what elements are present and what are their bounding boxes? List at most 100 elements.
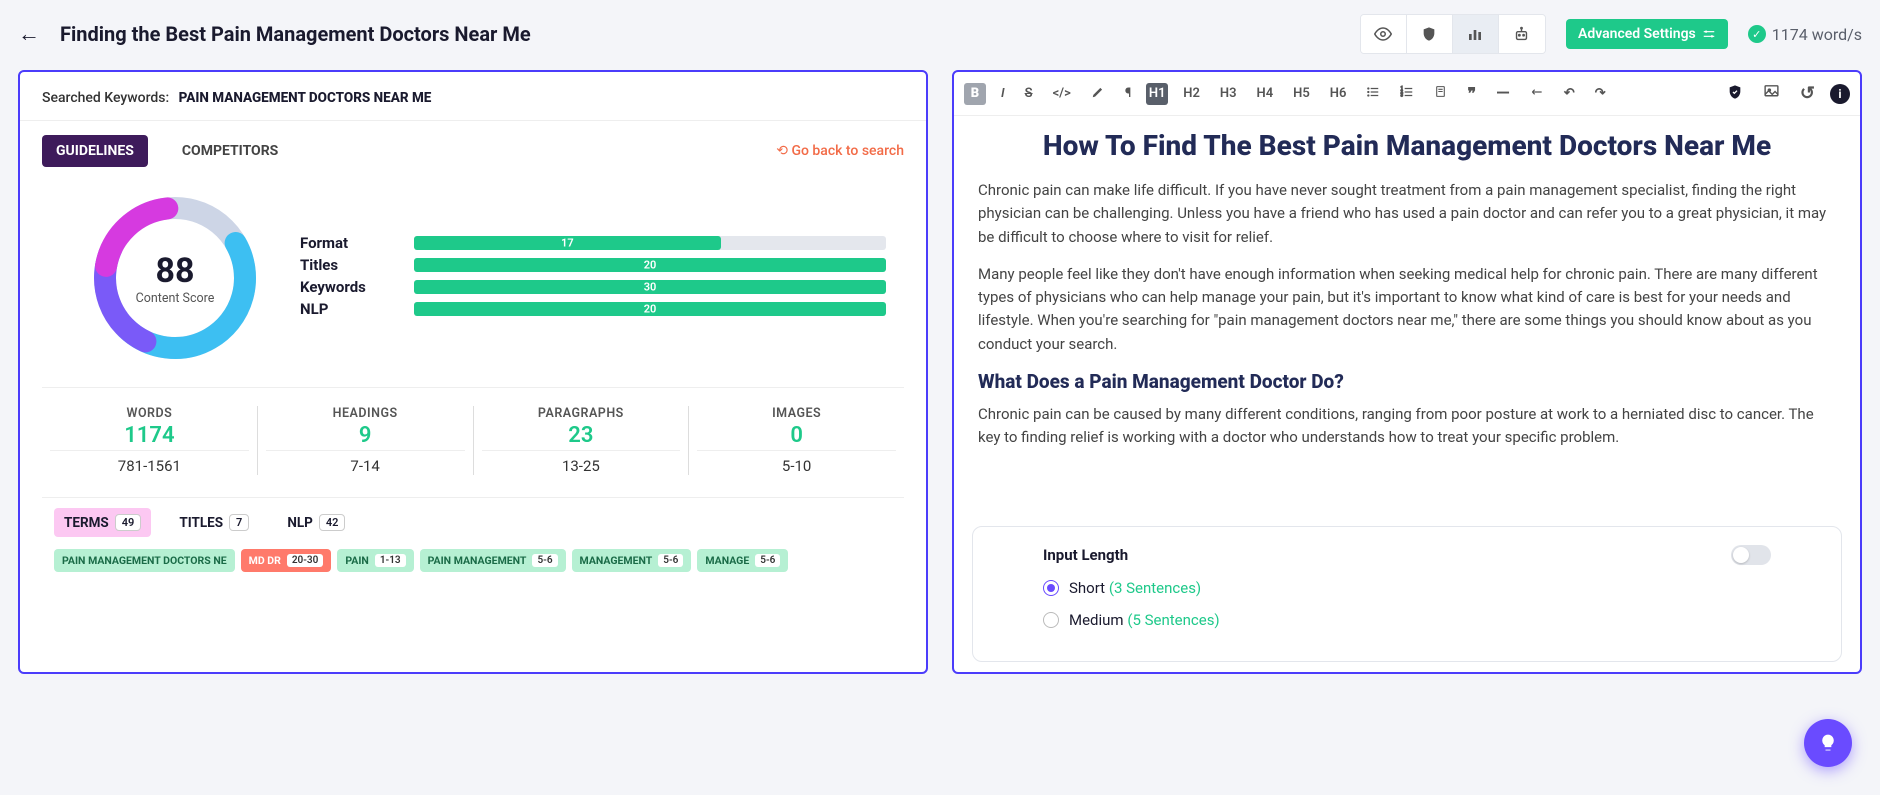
- ul-button[interactable]: [1361, 82, 1385, 106]
- back-icon[interactable]: ←: [18, 21, 40, 47]
- info-icon[interactable]: i: [1830, 84, 1850, 104]
- score-value: 88: [155, 251, 194, 291]
- page-title: Finding the Best Pain Management Doctors…: [60, 22, 531, 46]
- stat-main: 1174: [50, 421, 249, 450]
- chip-count: 5-6: [532, 554, 557, 567]
- robot-icon[interactable]: [1499, 15, 1545, 53]
- stat-cell: PARAGRAPHS 23 13-25: [474, 406, 690, 475]
- chip-count: 5-6: [755, 554, 780, 567]
- term-chip[interactable]: MANAGE 5-6: [697, 549, 788, 572]
- doc-p3: Chronic pain can be caused by many diffe…: [978, 403, 1836, 450]
- bar-track: 17: [414, 236, 886, 250]
- h2-button[interactable]: H2: [1178, 83, 1205, 104]
- h6-button[interactable]: H6: [1325, 83, 1352, 104]
- editor-body[interactable]: How To Find The Best Pain Management Doc…: [954, 116, 1860, 516]
- term-chip[interactable]: PAIN MANAGEMENT 5-6: [420, 549, 566, 572]
- term-chip[interactable]: MANAGEMENT 5-6: [572, 549, 692, 572]
- stat-main: 0: [697, 421, 896, 450]
- term-chip[interactable]: PAIN MANAGEMENT DOCTORS NE: [54, 549, 235, 572]
- paragraph-button[interactable]: ¶: [1120, 83, 1136, 104]
- term-chip[interactable]: PAIN 1-13: [337, 549, 413, 572]
- h3-button[interactable]: H3: [1215, 83, 1242, 104]
- eye-icon[interactable]: [1361, 15, 1407, 53]
- ol-button[interactable]: 123: [1395, 82, 1419, 106]
- editor-toolbar: B I S </> ¶ H1 H2 H3 H4 H5 H6 123: [954, 72, 1860, 116]
- doc-h2: What Does a Pain Management Doctor Do?: [978, 370, 1836, 393]
- term-chip[interactable]: MD DR 20-30: [241, 549, 332, 572]
- tab-guidelines[interactable]: GUIDELINES: [42, 135, 148, 167]
- stat-sub: 781-1561: [50, 450, 249, 475]
- doc-button[interactable]: [1429, 82, 1452, 105]
- bar-fill: 20: [414, 302, 886, 316]
- shield-check-icon[interactable]: [1722, 81, 1748, 107]
- radio-short[interactable]: Short (3 Sentences): [1043, 579, 1771, 597]
- bar-track: 20: [414, 258, 886, 272]
- kw-value: PAIN MANAGEMENT DOCTORS NEAR ME: [179, 90, 432, 106]
- bar-track: 20: [414, 302, 886, 316]
- highlight-button[interactable]: [1086, 82, 1110, 106]
- h4-button[interactable]: H4: [1252, 83, 1279, 104]
- svg-text:3: 3: [1401, 92, 1404, 97]
- hr-button[interactable]: —: [1491, 80, 1515, 107]
- stat-sub: 13-25: [482, 450, 681, 475]
- bar-name: Format: [300, 234, 390, 252]
- bar-row: Keywords 30: [300, 278, 886, 296]
- back-circle-icon: ⟲: [776, 143, 791, 159]
- stat-cell: WORDS 1174 781-1561: [42, 406, 258, 475]
- chip-count: 5-6: [658, 554, 683, 567]
- bar-row: NLP 20: [300, 300, 886, 318]
- tab-competitors[interactable]: COMPETITORS: [168, 135, 292, 167]
- bar-fill: 20: [414, 258, 886, 272]
- bold-button[interactable]: B: [964, 83, 986, 105]
- doc-p1: Chronic pain can make life difficult. If…: [978, 179, 1836, 249]
- stat-title: IMAGES: [697, 406, 896, 421]
- stat-title: HEADINGS: [266, 406, 465, 421]
- history-button[interactable]: ↺: [1795, 80, 1820, 107]
- stat-cell: IMAGES 0 5-10: [689, 406, 904, 475]
- radio-medium[interactable]: Medium (5 Sentences): [1043, 611, 1771, 629]
- stat-main: 9: [266, 421, 465, 450]
- radio-medium-label: Medium (5 Sentences): [1069, 611, 1220, 629]
- score-label: Content Score: [136, 291, 215, 306]
- bar-row: Titles 20: [300, 256, 886, 274]
- chip-tab-nlp[interactable]: NLP 42: [277, 508, 355, 537]
- bar-name: Titles: [300, 256, 390, 274]
- stat-cell: HEADINGS 9 7-14: [258, 406, 474, 475]
- bar-fill: 30: [414, 280, 886, 294]
- h1-button[interactable]: H1: [1146, 83, 1168, 105]
- chip-count: 7: [229, 514, 249, 531]
- check-icon: ✓: [1748, 25, 1766, 43]
- shield-icon[interactable]: [1407, 15, 1453, 53]
- code-button[interactable]: </>: [1048, 83, 1076, 104]
- radio-icon: [1043, 580, 1059, 596]
- bars-icon[interactable]: [1453, 15, 1499, 53]
- redo-button[interactable]: ↷: [1590, 83, 1611, 104]
- chip-count: 49: [115, 514, 142, 531]
- advanced-settings-label: Advanced Settings: [1578, 26, 1696, 42]
- chip-tab-terms[interactable]: TERMS 49: [54, 508, 151, 537]
- input-length-toggle[interactable]: [1731, 545, 1771, 565]
- image-button[interactable]: [1758, 80, 1785, 107]
- stat-main: 23: [482, 421, 681, 450]
- chip-count: 20-30: [287, 554, 324, 567]
- input-length-card: Input Length Short (3 Sentences) Medium …: [972, 526, 1842, 662]
- editor-panel: B I S </> ¶ H1 H2 H3 H4 H5 H6 123: [952, 70, 1862, 674]
- radio-icon: [1043, 612, 1059, 628]
- strike-button[interactable]: S: [1020, 83, 1038, 104]
- h5-button[interactable]: H5: [1288, 83, 1315, 104]
- chip-tab-titles[interactable]: TITLES 7: [169, 508, 259, 537]
- stat-sub: 7-14: [266, 450, 465, 475]
- input-length-title: Input Length: [1043, 546, 1128, 564]
- guidelines-panel: Searched Keywords: PAIN MANAGEMENT DOCTO…: [18, 70, 928, 674]
- bar-name: Keywords: [300, 278, 390, 296]
- go-back-label: Go back to search: [791, 143, 904, 159]
- kw-label: Searched Keywords:: [42, 90, 169, 106]
- clear-button[interactable]: [1525, 82, 1549, 106]
- help-fab[interactable]: [1804, 719, 1852, 767]
- quote-button[interactable]: ❞: [1462, 81, 1481, 106]
- go-back-link[interactable]: ⟲ Go back to search: [776, 143, 904, 159]
- italic-button[interactable]: I: [996, 83, 1010, 104]
- advanced-settings-button[interactable]: Advanced Settings: [1566, 19, 1728, 49]
- bar-name: NLP: [300, 300, 390, 318]
- undo-button[interactable]: ↶: [1559, 83, 1580, 104]
